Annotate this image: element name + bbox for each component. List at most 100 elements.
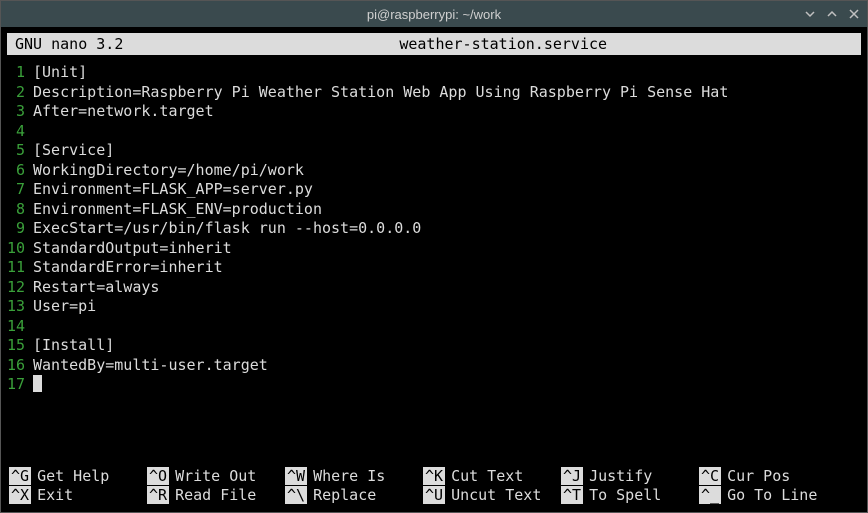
editor-line[interactable]: 12Restart=always — [7, 278, 861, 298]
maximize-icon[interactable] — [825, 7, 839, 21]
shortcut-label: Where Is — [313, 467, 385, 485]
line-number: 10 — [7, 239, 33, 259]
shortcut-label: Replace — [313, 486, 376, 504]
nano-version: GNU nano 3.2 — [15, 35, 123, 53]
cursor — [33, 375, 42, 392]
shortcut-key: ^X — [9, 486, 31, 504]
terminal-body[interactable]: GNU nano 3.2 weather-station.service 1[U… — [1, 27, 867, 512]
shortcut-label: Justify — [589, 467, 652, 485]
line-content[interactable]: Restart=always — [33, 278, 159, 298]
shortcut-label: Go To Line — [727, 486, 817, 504]
shortcut[interactable]: ^_ Go To Line — [699, 486, 837, 504]
shortcut[interactable]: ^X Exit — [9, 486, 147, 504]
shortcut-label: Write Out — [175, 467, 256, 485]
shortcut[interactable]: ^U Uncut Text — [423, 486, 561, 504]
editor-area[interactable]: 1[Unit]2Description=Raspberry Pi Weather… — [5, 57, 863, 465]
titlebar: pi@raspberrypi: ~/work — [1, 1, 867, 27]
shortcut[interactable]: ^O Write Out — [147, 467, 285, 485]
shortcut[interactable]: ^J Justify — [561, 467, 699, 485]
editor-line[interactable]: 9ExecStart=/usr/bin/flask run --host=0.0… — [7, 219, 861, 239]
shortcut-label: Cut Text — [451, 467, 523, 485]
nano-footer: ^G Get Help ^O Write Out ^W Where Is ^K Cut Tex… — [5, 465, 863, 508]
shortcut-label: Get Help — [37, 467, 109, 485]
shortcut-label: Read File — [175, 486, 256, 504]
line-content[interactable]: [Unit] — [33, 63, 87, 83]
editor-line[interactable]: 16WantedBy=multi-user.target — [7, 356, 861, 376]
shortcut-label: To Spell — [589, 486, 661, 504]
editor-line[interactable]: 17 — [7, 375, 861, 395]
shortcuts-row-2: ^X Exit ^R Read File ^\ Replace ^U Uncut Text ^T… — [9, 486, 859, 504]
line-number: 9 — [7, 219, 33, 239]
editor-line[interactable]: 8Environment=FLASK_ENV=production — [7, 200, 861, 220]
shortcuts-row-1: ^G Get Help ^O Write Out ^W Where Is ^K Cut Tex… — [9, 467, 859, 485]
line-number: 8 — [7, 200, 33, 220]
shortcut-label: Uncut Text — [451, 486, 541, 504]
line-content[interactable]: WantedBy=multi-user.target — [33, 356, 268, 376]
line-content[interactable]: Environment=FLASK_ENV=production — [33, 200, 322, 220]
shortcut-key: ^C — [699, 467, 721, 485]
line-number: 15 — [7, 336, 33, 356]
shortcut-key: ^J — [561, 467, 583, 485]
shortcut-key: ^T — [561, 486, 583, 504]
editor-line[interactable]: 3After=network.target — [7, 102, 861, 122]
editor-line[interactable]: 15[Install] — [7, 336, 861, 356]
line-number: 2 — [7, 83, 33, 103]
close-icon[interactable] — [847, 7, 861, 21]
line-number: 16 — [7, 356, 33, 376]
editor-line[interactable]: 7Environment=FLASK_APP=server.py — [7, 180, 861, 200]
shortcut-key: ^_ — [699, 486, 721, 504]
shortcut[interactable]: ^C Cur Pos — [699, 467, 837, 485]
line-number: 6 — [7, 161, 33, 181]
shortcut-key: ^\ — [285, 486, 307, 504]
line-number: 17 — [7, 375, 33, 395]
line-content[interactable]: Description=Raspberry Pi Weather Station… — [33, 83, 728, 103]
shortcut[interactable]: ^G Get Help — [9, 467, 147, 485]
shortcut-label: Cur Pos — [727, 467, 790, 485]
line-number: 12 — [7, 278, 33, 298]
line-content[interactable]: After=network.target — [33, 102, 214, 122]
editor-line[interactable]: 13User=pi — [7, 297, 861, 317]
editor-line[interactable]: 2Description=Raspberry Pi Weather Statio… — [7, 83, 861, 103]
line-content[interactable]: Environment=FLASK_APP=server.py — [33, 180, 313, 200]
line-content[interactable]: User=pi — [33, 297, 96, 317]
line-content[interactable]: WorkingDirectory=/home/pi/work — [33, 161, 304, 181]
shortcut-label: Exit — [37, 486, 73, 504]
shortcut-key: ^W — [285, 467, 307, 485]
shortcut[interactable]: ^\ Replace — [285, 486, 423, 504]
line-content[interactable]: ExecStart=/usr/bin/flask run --host=0.0.… — [33, 219, 421, 239]
shortcut-key: ^K — [423, 467, 445, 485]
editor-line[interactable]: 14 — [7, 317, 861, 337]
line-content[interactable]: [Service] — [33, 141, 114, 161]
shortcut[interactable]: ^K Cut Text — [423, 467, 561, 485]
editor-line[interactable]: 5[Service] — [7, 141, 861, 161]
editor-line[interactable]: 6WorkingDirectory=/home/pi/work — [7, 161, 861, 181]
line-number: 14 — [7, 317, 33, 337]
shortcut-key: ^G — [9, 467, 31, 485]
window-controls — [803, 7, 861, 21]
line-number: 13 — [7, 297, 33, 317]
shortcut[interactable]: ^R Read File — [147, 486, 285, 504]
window-title: pi@raspberrypi: ~/work — [367, 7, 501, 22]
line-number: 7 — [7, 180, 33, 200]
minimize-icon[interactable] — [803, 7, 817, 21]
line-content[interactable]: StandardOutput=inherit — [33, 239, 232, 259]
line-number: 5 — [7, 141, 33, 161]
editor-line[interactable]: 11StandardError=inherit — [7, 258, 861, 278]
nano-filename: weather-station.service — [123, 35, 853, 53]
line-number: 3 — [7, 102, 33, 122]
editor-line[interactable]: 4 — [7, 122, 861, 142]
shortcut-key: ^U — [423, 486, 445, 504]
line-number: 11 — [7, 258, 33, 278]
editor-line[interactable]: 1[Unit] — [7, 63, 861, 83]
editor-line[interactable]: 10StandardOutput=inherit — [7, 239, 861, 259]
shortcut[interactable]: ^T To Spell — [561, 486, 699, 504]
nano-header: GNU nano 3.2 weather-station.service — [7, 33, 861, 55]
line-number: 1 — [7, 63, 33, 83]
shortcut-key: ^R — [147, 486, 169, 504]
line-number: 4 — [7, 122, 33, 142]
terminal-window: pi@raspberrypi: ~/work GNU nano 3.2 weat… — [0, 0, 868, 513]
line-content[interactable]: StandardError=inherit — [33, 258, 223, 278]
shortcut[interactable]: ^W Where Is — [285, 467, 423, 485]
line-content[interactable]: [Install] — [33, 336, 114, 356]
shortcut-key: ^O — [147, 467, 169, 485]
